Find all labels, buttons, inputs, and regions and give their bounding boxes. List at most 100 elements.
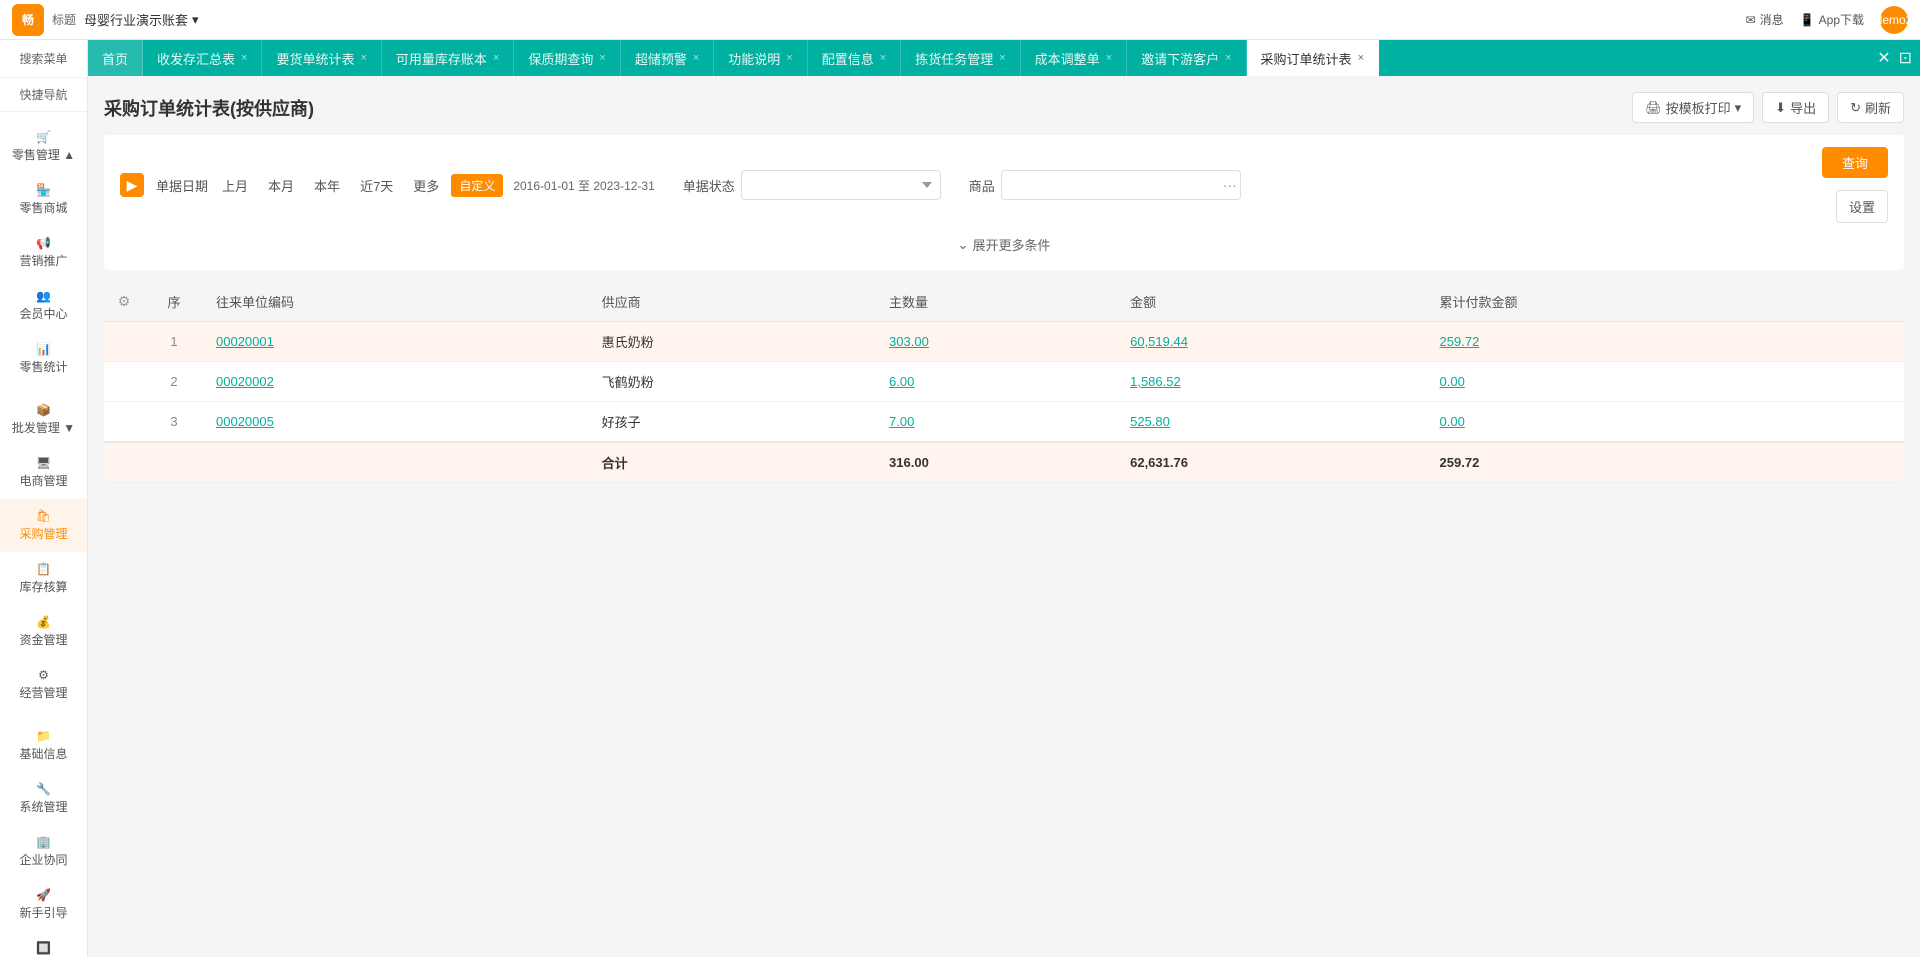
sidebar-item-system[interactable]: 🔧 系统管理	[0, 772, 87, 825]
sidebar-quick-nav[interactable]: 快捷导航	[0, 78, 87, 112]
tab-label: 拣货任务管理	[915, 49, 993, 68]
tab-warranty[interactable]: 保质期查询 ×	[514, 40, 620, 76]
row-code[interactable]: 00020001	[204, 322, 590, 362]
tab-pick-task[interactable]: 拣货任务管理 ×	[901, 40, 1020, 76]
tab-label: 邀请下游客户	[1141, 49, 1219, 68]
download-icon: 📱	[1800, 13, 1815, 27]
table-col-settings[interactable]: ⚙	[104, 282, 144, 322]
row-qty[interactable]: 7.00	[877, 402, 1118, 443]
close-icon[interactable]: ×	[786, 52, 792, 64]
sidebar-item-base[interactable]: 📁 基础信息	[0, 719, 87, 772]
query-button[interactable]: 查询	[1822, 147, 1888, 178]
sidebar-item-newguide[interactable]: 🚀 新手引导	[0, 878, 87, 931]
date-custom-badge[interactable]: 自定义	[451, 174, 503, 197]
app-download-button[interactable]: 📱 App下载	[1800, 11, 1864, 28]
row-qty[interactable]: 303.00	[877, 322, 1118, 362]
filter-status-group: 单据状态	[683, 170, 941, 200]
tab-funcguide[interactable]: 功能说明 ×	[714, 40, 807, 76]
tab-cost-adjust[interactable]: 成本调整单 ×	[1021, 40, 1127, 76]
expand-more-button[interactable]: ⌄ 展开更多条件	[942, 231, 1067, 258]
settings-button[interactable]: 设置	[1836, 190, 1888, 223]
sidebar-item-inventory[interactable]: 📋 库存核算	[0, 552, 87, 605]
refresh-button[interactable]: ↻ 刷新	[1837, 92, 1904, 123]
export-button[interactable]: ⬇ 导出	[1762, 92, 1829, 123]
row-paid[interactable]: 0.00	[1428, 402, 1814, 443]
sidebar-item-retail-stat[interactable]: 📊 零售统计	[0, 332, 87, 385]
close-icon[interactable]: ×	[1106, 52, 1112, 64]
close-icon[interactable]: ×	[1225, 52, 1231, 64]
sidebar-item-ecommerce[interactable]: 🖥 电商管理	[0, 446, 87, 499]
home-tab-label: 首页	[102, 49, 128, 68]
table-col-amount: 金额	[1118, 282, 1427, 322]
tab-purchase-stat[interactable]: 采购订单统计表 ×	[1247, 40, 1379, 76]
date-last-month[interactable]: 上月	[214, 174, 256, 197]
row-amount[interactable]: 60,519.44	[1118, 322, 1427, 362]
sidebar-item-purchase[interactable]: 🛍 采购管理	[0, 499, 87, 552]
sidebar-item-retail[interactable]: 🛒 零售管理 ▲	[0, 120, 87, 173]
tab-order-stat[interactable]: 要货单统计表 ×	[262, 40, 381, 76]
row-code[interactable]: 00020005	[204, 402, 590, 443]
close-icon[interactable]: ×	[693, 52, 699, 64]
tab-config[interactable]: 配置信息 ×	[808, 40, 901, 76]
row-check[interactable]	[104, 322, 144, 362]
table-col-supplier: 供应商	[590, 282, 877, 322]
wholesale-icon: 📦	[36, 403, 51, 417]
top-bar-right: ✉ 消息 📱 App下载 demo2	[1746, 6, 1908, 34]
close-icon[interactable]: ×	[360, 52, 366, 64]
sidebar-item-wholesale[interactable]: 📦 批发管理 ▼	[0, 393, 87, 446]
date-range-display: 2016-01-01 至 2023-12-31	[513, 177, 654, 194]
sidebar-search[interactable]: 搜索菜单	[0, 40, 87, 78]
sidebar-item-marketing[interactable]: 📢 营销推广	[0, 226, 87, 279]
goods-more-icon[interactable]: ···	[1223, 177, 1237, 193]
sidebar-item-label: 系统管理	[19, 798, 67, 815]
sidebar-item-label: 新手引导	[19, 904, 67, 921]
sidebar-item-member[interactable]: 👥 会员中心	[0, 279, 87, 332]
tab-available-stock[interactable]: 可用量库存账本 ×	[382, 40, 514, 76]
guide-icon: 🚀	[36, 888, 51, 902]
sidebar-item-label: 采购管理	[19, 525, 67, 542]
refresh-icon: ↻	[1850, 100, 1861, 116]
member-icon: 👥	[36, 289, 51, 303]
close-tab-button[interactable]: ✕	[1877, 48, 1890, 68]
tab-label: 要货单统计表	[276, 49, 354, 68]
avatar[interactable]: demo2	[1880, 6, 1908, 34]
tab-label: 超储预警	[635, 49, 687, 68]
close-icon[interactable]: ×	[1358, 52, 1364, 64]
row-paid[interactable]: 259.72	[1428, 322, 1814, 362]
row-amount[interactable]: 525.80	[1118, 402, 1427, 443]
sidebar-item-finance[interactable]: 💰 资金管理	[0, 605, 87, 658]
tab-invite-customer[interactable]: 邀请下游客户 ×	[1127, 40, 1246, 76]
close-icon[interactable]: ×	[493, 52, 499, 64]
sidebar-item-operation[interactable]: ⚙ 经营管理	[0, 658, 87, 711]
tab-receive-summary[interactable]: 收发存汇总表 ×	[143, 40, 262, 76]
goods-input[interactable]	[1001, 170, 1241, 200]
footer-label: 合计	[590, 442, 877, 483]
row-amount[interactable]: 1,586.52	[1118, 362, 1427, 402]
sidebar-item-enterprise[interactable]: 🏢 企业协同	[0, 825, 87, 878]
close-icon[interactable]: ×	[241, 52, 247, 64]
date-7days[interactable]: 近7天	[352, 174, 401, 197]
close-icon[interactable]: ×	[999, 52, 1005, 64]
sidebar-item-appstore[interactable]: 🔲 应用中心	[0, 931, 87, 957]
close-icon[interactable]: ×	[599, 52, 605, 64]
tab-label: 可用量库存账本	[396, 49, 487, 68]
row-check[interactable]	[104, 402, 144, 443]
sidebar-item-retail-shop[interactable]: 🏪 零售商城	[0, 173, 87, 226]
print-button[interactable]: 🖨 按模板打印 ▾	[1632, 92, 1754, 123]
filter-toggle-button[interactable]: ▶	[120, 173, 144, 197]
purchase-icon: 🛍	[36, 509, 51, 523]
date-this-year[interactable]: 本年	[306, 174, 348, 197]
message-button[interactable]: ✉ 消息	[1746, 11, 1784, 28]
status-select[interactable]	[741, 170, 941, 200]
expand-tab-button[interactable]: ⊡	[1899, 48, 1912, 68]
workspace-selector[interactable]: 母婴行业演示账套 ▾	[84, 10, 199, 29]
date-this-month[interactable]: 本月	[260, 174, 302, 197]
row-check[interactable]	[104, 362, 144, 402]
row-paid[interactable]: 0.00	[1428, 362, 1814, 402]
tab-home[interactable]: 首页	[88, 40, 143, 76]
row-qty[interactable]: 6.00	[877, 362, 1118, 402]
tab-overstock[interactable]: 超储预警 ×	[621, 40, 714, 76]
row-code[interactable]: 00020002	[204, 362, 590, 402]
date-more[interactable]: 更多	[405, 174, 447, 197]
close-icon[interactable]: ×	[880, 52, 886, 64]
